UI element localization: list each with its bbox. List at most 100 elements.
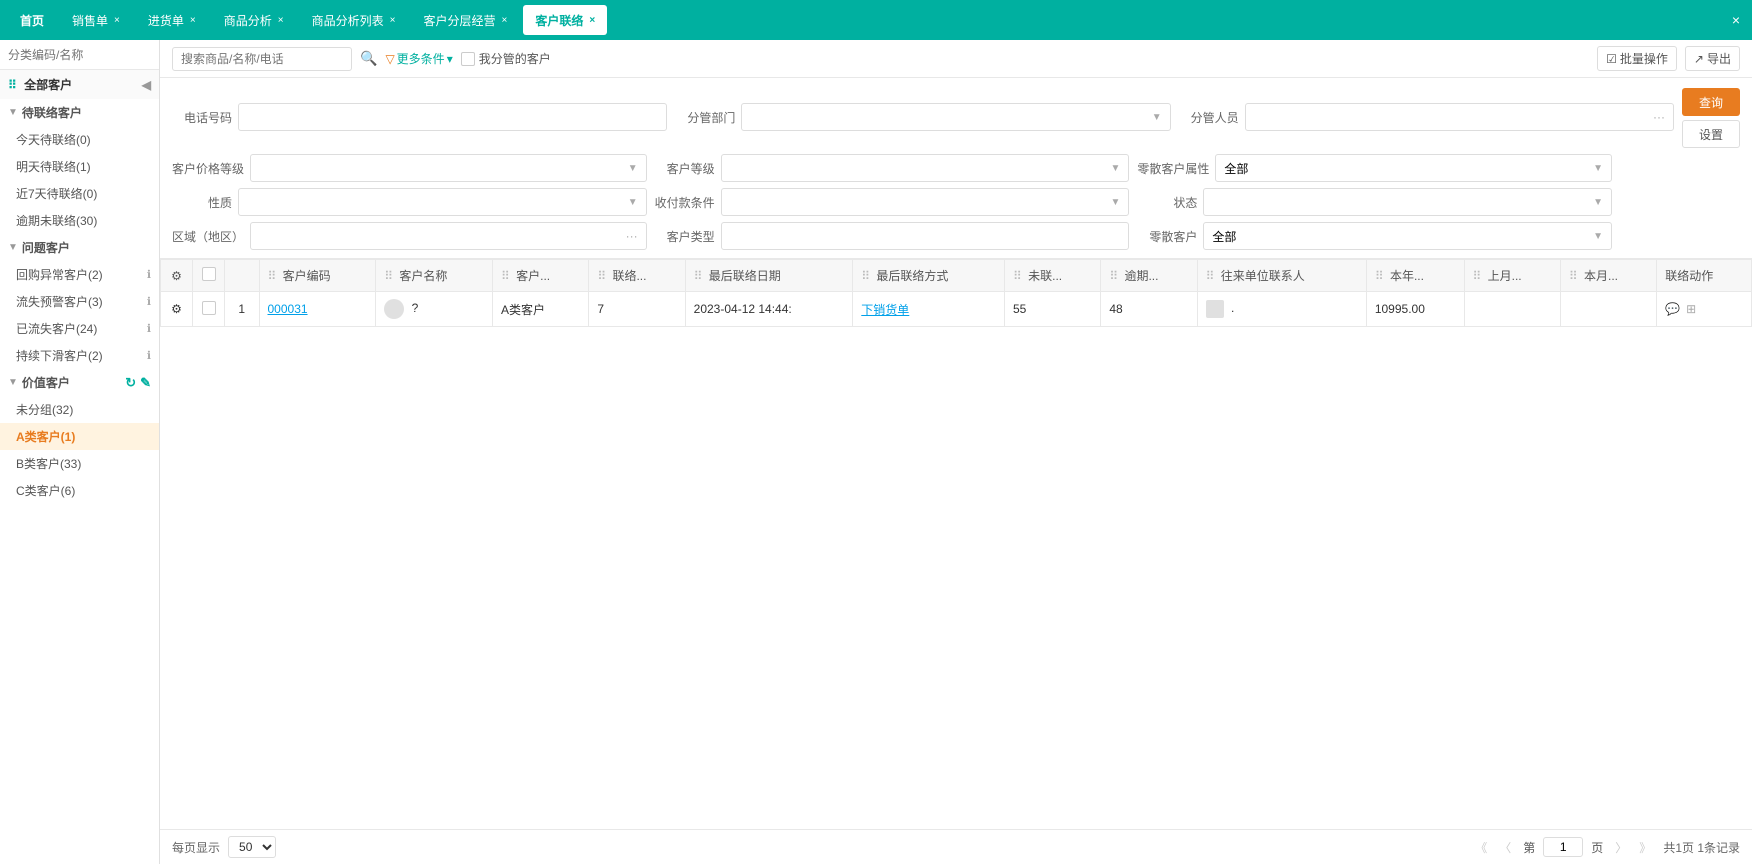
top-nav: 首页 销售单 × 进货单 × 商品分析 × 商品分析列表 × 客户分层经营 × … xyxy=(0,0,1752,40)
row-code[interactable]: 000031 xyxy=(259,292,376,327)
phone-input[interactable] xyxy=(238,103,667,131)
sidebar-item-repurchase-abnormal[interactable]: 回购异常客户(2) ℹ xyxy=(0,261,159,288)
filter-customer-level: 客户等级 ▼ xyxy=(655,154,1130,182)
sidebar-item-today[interactable]: 今天待联络(0) xyxy=(0,126,159,153)
my-customer-checkbox-label[interactable]: 我分管的客户 xyxy=(461,50,551,67)
page-size-select[interactable]: 50 xyxy=(228,836,276,858)
price-level-input[interactable]: ▼ xyxy=(250,154,647,182)
col-name[interactable]: ⠿ 客户名称 xyxy=(376,260,493,292)
info-icon-0[interactable]: ℹ xyxy=(147,268,151,281)
col-year-amount[interactable]: ⠿ 本年... xyxy=(1366,260,1464,292)
page-number-input[interactable] xyxy=(1543,837,1583,857)
filter-payment: 收付款条件 ▼ xyxy=(655,188,1130,216)
nav-tab-purchase[interactable]: 进货单 × xyxy=(136,5,208,35)
search-input[interactable] xyxy=(172,47,352,71)
col-customer-type[interactable]: ⠿ 客户... xyxy=(492,260,588,292)
sidebar-search-input[interactable] xyxy=(8,48,160,62)
global-close-button[interactable]: × xyxy=(1732,12,1740,28)
sidebar-item-a-class[interactable]: A类客户(1) xyxy=(0,423,159,450)
prev-page-btn[interactable]: 〈 xyxy=(1495,837,1515,858)
refresh-icon[interactable]: ↻ xyxy=(125,375,136,391)
more-filter-button[interactable]: ▽ 更多条件 ▾ xyxy=(385,50,452,67)
advanced-filter: 电话号码 分管部门 ▼ 分管人员 ··· xyxy=(160,78,1752,259)
next-page-btn[interactable]: 〉 xyxy=(1611,837,1631,858)
close-icon-analysis[interactable]: × xyxy=(278,15,284,26)
all-customers-header[interactable]: ⠿ 全部客户 ◀ xyxy=(0,70,159,99)
qr-icon[interactable]: ⊞ xyxy=(1686,302,1696,316)
region-input[interactable]: ··· xyxy=(250,222,647,250)
dept-input[interactable]: ▼ xyxy=(741,103,1170,131)
query-button[interactable]: 查询 xyxy=(1682,88,1740,116)
value-customer-group[interactable]: ▼ 价值客户 ↻ ✎ xyxy=(0,369,159,396)
col-gear[interactable]: ⚙ xyxy=(161,260,193,292)
payment-input[interactable]: ▼ xyxy=(721,188,1130,216)
edit-icon[interactable]: ✎ xyxy=(140,375,151,391)
close-icon-customer-contact[interactable]: × xyxy=(589,15,595,26)
sidebar-collapse-icon[interactable]: ◀ xyxy=(142,78,151,92)
setting-button[interactable]: 设置 xyxy=(1682,120,1740,148)
close-icon-sales[interactable]: × xyxy=(114,15,120,26)
close-icon-customer-segment[interactable]: × xyxy=(501,15,507,26)
row-overdue: 48 xyxy=(1101,292,1197,327)
row-gear[interactable]: ⚙ xyxy=(161,292,193,327)
contact-method-link[interactable]: 下销货单 xyxy=(861,303,909,317)
retail-attr-input[interactable]: 全部 ▼ xyxy=(1215,154,1612,182)
value-customer-label: 价值客户 xyxy=(22,374,70,391)
sidebar-item-churned[interactable]: 已流失客户(24) ℹ xyxy=(0,315,159,342)
row-checkbox[interactable] xyxy=(202,301,216,315)
sidebar-item-week[interactable]: 近7天待联络(0) xyxy=(0,180,159,207)
status-input[interactable]: ▼ xyxy=(1203,188,1612,216)
customer-level-input[interactable]: ▼ xyxy=(721,154,1130,182)
sidebar-item-churn-warning[interactable]: 流失预警客户(3) ℹ xyxy=(0,288,159,315)
last-page-btn[interactable]: 》 xyxy=(1635,837,1655,858)
row-contact-action: 💬 ⊞ xyxy=(1657,292,1752,327)
batch-op-button[interactable]: ☑ 批量操作 xyxy=(1597,46,1677,71)
sidebar-item-tomorrow[interactable]: 明天待联络(1) xyxy=(0,153,159,180)
row-check[interactable] xyxy=(193,292,225,327)
col-code[interactable]: ⠿ 客户编码 xyxy=(259,260,376,292)
sidebar-item-c-class[interactable]: C类客户(6) xyxy=(0,477,159,504)
retail-customer-input[interactable]: 全部 ▼ xyxy=(1203,222,1612,250)
info-icon-3[interactable]: ℹ xyxy=(147,349,151,362)
info-icon-2[interactable]: ℹ xyxy=(147,322,151,335)
nav-tab-analysis-list[interactable]: 商品分析列表 × xyxy=(300,5,408,35)
col-overdue[interactable]: ⠿ 逾期... xyxy=(1101,260,1197,292)
dept-label: 分管部门 xyxy=(675,109,735,126)
nav-tab-sales[interactable]: 销售单 × xyxy=(60,5,132,35)
customer-code-link[interactable]: 000031 xyxy=(268,302,308,316)
sidebar-item-declining[interactable]: 持续下滑客户(2) ℹ xyxy=(0,342,159,369)
first-page-btn[interactable]: 《 xyxy=(1471,837,1491,858)
my-customer-checkbox[interactable] xyxy=(461,52,475,66)
sidebar-item-ungrouped[interactable]: 未分组(32) xyxy=(0,396,159,423)
problem-customer-group[interactable]: ▼ 问题客户 xyxy=(0,234,159,261)
col-method-label: 最后联络方式 xyxy=(876,269,948,283)
nav-tab-analysis[interactable]: 商品分析 × xyxy=(212,5,296,35)
col-this-month[interactable]: ⠿ 本月... xyxy=(1560,260,1656,292)
price-level-label: 客户价格等级 xyxy=(172,160,244,177)
filter-customer-type: 客户类型 xyxy=(655,222,1130,250)
nav-home[interactable]: 首页 xyxy=(8,5,56,35)
nature-input[interactable]: ▼ xyxy=(238,188,647,216)
pending-contact-group[interactable]: ▼ 待联络客户 xyxy=(0,99,159,126)
close-icon-analysis-list[interactable]: × xyxy=(390,15,396,26)
col-uncontacted[interactable]: ⠿ 未联... xyxy=(1004,260,1100,292)
export-button[interactable]: ↗ 导出 xyxy=(1685,46,1740,71)
close-icon-purchase[interactable]: × xyxy=(190,15,196,26)
col-last-month[interactable]: ⠿ 上月... xyxy=(1464,260,1560,292)
nav-tab-customer-segment[interactable]: 客户分层经营 × xyxy=(411,5,519,35)
manager-input[interactable]: ··· xyxy=(1245,103,1674,131)
chat-icon[interactable]: 💬 xyxy=(1665,302,1680,316)
col-last-contact-method[interactable]: ⠿ 最后联络方式 xyxy=(853,260,1005,292)
select-all-checkbox[interactable] xyxy=(202,267,216,281)
sidebar-item-overdue[interactable]: 逾期未联络(30) xyxy=(0,207,159,234)
sidebar-item-b-class[interactable]: B类客户(33) xyxy=(0,450,159,477)
col-last-contact-date[interactable]: ⠿ 最后联络日期 xyxy=(685,260,853,292)
col-check[interactable] xyxy=(193,260,225,292)
sort-icon-code: ⠿ xyxy=(268,269,277,283)
customer-type-input[interactable] xyxy=(721,222,1130,250)
col-unit-contact[interactable]: ⠿ 往来单位联系人 xyxy=(1197,260,1366,292)
nav-tab-customer-contact[interactable]: 客户联络 × xyxy=(523,5,607,35)
col-contact-count[interactable]: ⠿ 联络... xyxy=(589,260,685,292)
info-icon-1[interactable]: ℹ xyxy=(147,295,151,308)
filter-search-icon[interactable]: 🔍 xyxy=(360,50,377,67)
